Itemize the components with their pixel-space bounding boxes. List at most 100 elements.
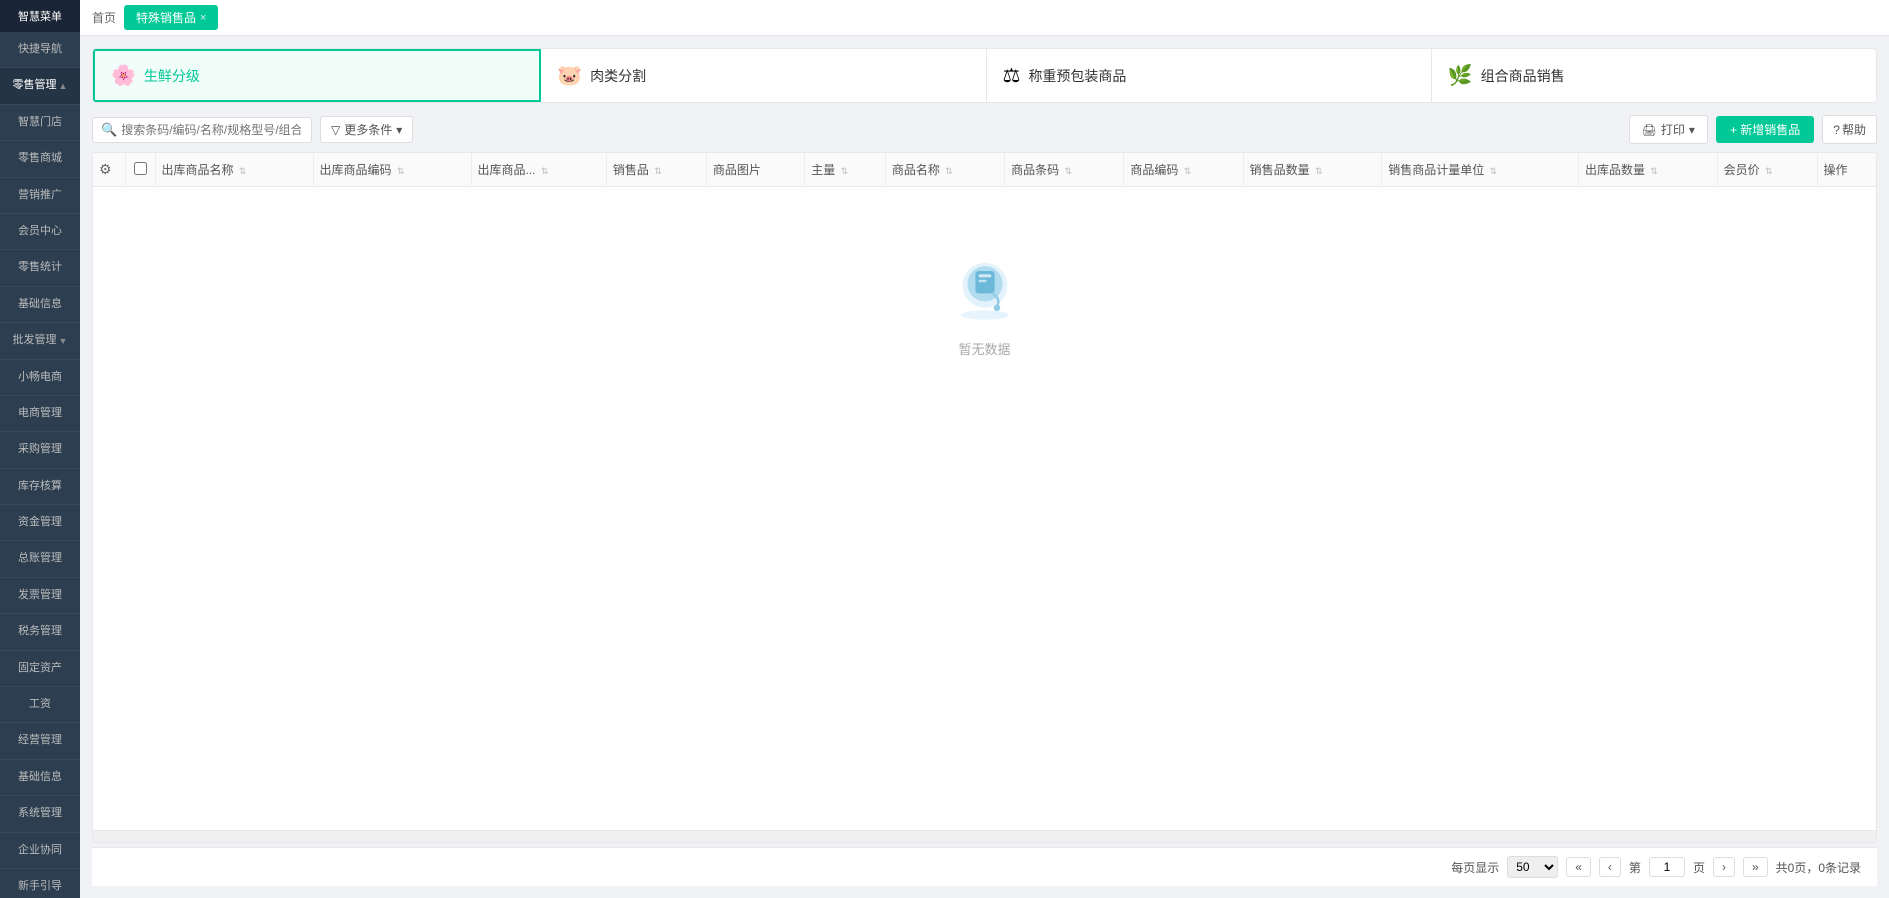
- combo-sales-icon: 🌿: [1448, 63, 1473, 88]
- print-label: 打印: [1661, 121, 1685, 138]
- topbar: 首页 特殊销售品 ×: [80, 0, 1889, 36]
- sidebar-item-sales-promo[interactable]: 营销推广: [0, 178, 80, 214]
- weigh-pack-icon: ⚖: [1003, 63, 1021, 88]
- sort-icon[interactable]: ⇅: [1490, 166, 1498, 176]
- page-size-label: 每页显示: [1451, 859, 1499, 876]
- sidebar-item-basic-info-1[interactable]: 基础信息: [0, 287, 80, 323]
- sidebar-item-wages[interactable]: 工资: [0, 687, 80, 723]
- th-out-qty: 出库品数量 ⇅: [1578, 153, 1717, 187]
- sidebar-item-retail-mall[interactable]: 零售商城: [0, 141, 80, 177]
- add-button[interactable]: + 新增销售品: [1716, 116, 1814, 143]
- filter-label: 更多条件: [344, 121, 392, 138]
- print-icon: 🖨: [1642, 123, 1657, 137]
- sort-icon[interactable]: ⇅: [1650, 166, 1658, 176]
- next-page-button[interactable]: ›: [1713, 857, 1735, 877]
- page-label: 第: [1629, 859, 1641, 876]
- sidebar-item-tax-mgmt[interactable]: 税务管理: [0, 614, 80, 650]
- filter-icon: ▽: [331, 123, 340, 137]
- sidebar-item-quick-nav[interactable]: 快捷导航: [0, 32, 80, 68]
- horizontal-scrollbar[interactable]: [93, 830, 1876, 842]
- sidebar-item-retail-mgmt[interactable]: 零售管理 ▲: [0, 68, 80, 104]
- sidebar-item-basic-info-2[interactable]: 基础信息: [0, 760, 80, 796]
- help-button[interactable]: ? 帮助: [1822, 115, 1877, 144]
- sidebar-item-ops-mgmt[interactable]: 经营管理: [0, 723, 80, 759]
- prev-page-button[interactable]: ‹: [1599, 857, 1621, 877]
- data-table: ⚙ 出库商品名称 ⇅ 出库商品编码 ⇅: [93, 153, 1876, 187]
- sidebar-item-smart-store[interactable]: 智慧门店: [0, 105, 80, 141]
- sidebar-logo: 智慧菜单: [0, 0, 80, 32]
- data-table-wrapper: ⚙ 出库商品名称 ⇅ 出库商品编码 ⇅: [92, 152, 1877, 843]
- print-button[interactable]: 🖨 打印 ▾: [1629, 115, 1708, 144]
- search-input[interactable]: [121, 123, 301, 137]
- page-size-select[interactable]: 102050100: [1507, 856, 1558, 878]
- content-area: 🌸 生鲜分级 🐷 肉类分割 ⚖ 称重预包装商品 🌿 组合商品销售 🔍: [80, 36, 1889, 898]
- sort-icon[interactable]: ⇅: [1184, 166, 1192, 176]
- toolbar-left: 🔍 ▽ 更多条件 ▾: [92, 116, 413, 143]
- select-all-checkbox[interactable]: [134, 162, 147, 175]
- sort-icon[interactable]: ⇅: [1765, 166, 1773, 176]
- sort-icon[interactable]: ⇅: [1064, 166, 1072, 176]
- sort-icon[interactable]: ⇅: [541, 166, 549, 176]
- sidebar-item-mini-ecomm[interactable]: 小畅电商: [0, 360, 80, 396]
- tab-combo-sales[interactable]: 🌿 组合商品销售: [1432, 49, 1876, 102]
- sidebar-item-purchase-mgmt[interactable]: 采购管理: [0, 432, 80, 468]
- th-out-product-more: 出库商品... ⇅: [471, 153, 606, 187]
- sidebar-item-new-guide[interactable]: 新手引导: [0, 869, 80, 898]
- th-out-product-name: 出库商品名称 ⇅: [155, 153, 313, 187]
- home-breadcrumb[interactable]: 首页: [92, 9, 116, 26]
- first-page-button[interactable]: «: [1566, 857, 1591, 877]
- sidebar-item-sys-mgmt[interactable]: 系统管理: [0, 796, 80, 832]
- tab-fresh-grade-label: 生鲜分级: [144, 66, 200, 86]
- th-settings[interactable]: ⚙: [93, 153, 125, 187]
- sidebar-item-inventory[interactable]: 库存核算: [0, 469, 80, 505]
- tab-weigh-pack[interactable]: ⚖ 称重预包装商品: [987, 49, 1432, 102]
- add-label: + 新增销售品: [1730, 121, 1800, 138]
- sidebar-item-wholesale-mgmt[interactable]: 批发管理 ▼: [0, 323, 80, 359]
- tab-fresh-grade[interactable]: 🌸 生鲜分级: [93, 49, 541, 102]
- main-area: 首页 特殊销售品 × 🌸 生鲜分级 🐷 肉类分割 ⚖ 称重预包装商品 🌿 组合商…: [80, 0, 1889, 898]
- sidebar-item-member-center[interactable]: 会员中心: [0, 214, 80, 250]
- sort-icon[interactable]: ⇅: [397, 166, 405, 176]
- th-sales-qty: 销售品数量 ⇅: [1243, 153, 1382, 187]
- empty-text: 暂无数据: [958, 339, 1010, 358]
- sort-icon[interactable]: ⇅: [841, 166, 849, 176]
- th-product-name: 商品名称 ⇅: [885, 153, 1004, 187]
- chevron-right-icon: ▼: [59, 335, 68, 348]
- sort-icon[interactable]: ⇅: [1315, 166, 1323, 176]
- th-sales-product: 销售品 ⇅: [606, 153, 706, 187]
- empty-illustration: [945, 247, 1025, 327]
- page-number-input[interactable]: [1649, 857, 1685, 877]
- help-icon: ?: [1833, 123, 1840, 137]
- sort-icon[interactable]: ⇅: [945, 166, 953, 176]
- th-checkbox[interactable]: [125, 153, 155, 187]
- sidebar-item-enterprise-coop[interactable]: 企业协同: [0, 833, 80, 869]
- close-icon[interactable]: ×: [200, 12, 206, 24]
- th-main-unit: 主量 ⇅: [805, 153, 886, 187]
- active-tab[interactable]: 特殊销售品 ×: [124, 5, 218, 30]
- sidebar-item-ecomm-mgmt[interactable]: 电商管理: [0, 396, 80, 432]
- sidebar-item-invoice-mgmt[interactable]: 发票管理: [0, 578, 80, 614]
- sidebar-item-fixed-assets[interactable]: 固定资产: [0, 651, 80, 687]
- chevron-down-icon: ▲: [59, 80, 68, 93]
- toolbar-right: 🖨 打印 ▾ + 新增销售品 ? 帮助: [1629, 115, 1877, 144]
- fresh-grade-icon: 🌸: [111, 63, 136, 88]
- sort-icon[interactable]: ⇅: [239, 166, 247, 176]
- empty-state: 暂无数据: [93, 187, 1876, 418]
- sidebar-item-finance[interactable]: 资金管理: [0, 505, 80, 541]
- th-actions: 操作: [1817, 153, 1876, 187]
- total-label: 共0页，0条记录: [1776, 859, 1861, 876]
- th-product-code: 商品编码 ⇅: [1124, 153, 1243, 187]
- tab-combo-sales-label: 组合商品销售: [1481, 66, 1565, 86]
- active-tab-label: 特殊销售品: [136, 9, 196, 26]
- sidebar-item-general-ledger[interactable]: 总账管理: [0, 541, 80, 577]
- tab-meat-cut-label: 肉类分割: [590, 66, 646, 86]
- filter-button[interactable]: ▽ 更多条件 ▾: [320, 116, 413, 143]
- search-box[interactable]: 🔍: [92, 117, 312, 143]
- tab-meat-cut[interactable]: 🐷 肉类分割: [541, 49, 986, 102]
- last-page-button[interactable]: »: [1743, 857, 1768, 877]
- column-settings-icon[interactable]: ⚙: [99, 161, 112, 177]
- table-scroll[interactable]: ⚙ 出库商品名称 ⇅ 出库商品编码 ⇅: [93, 153, 1876, 830]
- sidebar-item-retail-stats[interactable]: 零售统计: [0, 250, 80, 286]
- sort-icon[interactable]: ⇅: [654, 166, 662, 176]
- th-product-barcode: 商品条码 ⇅: [1005, 153, 1124, 187]
